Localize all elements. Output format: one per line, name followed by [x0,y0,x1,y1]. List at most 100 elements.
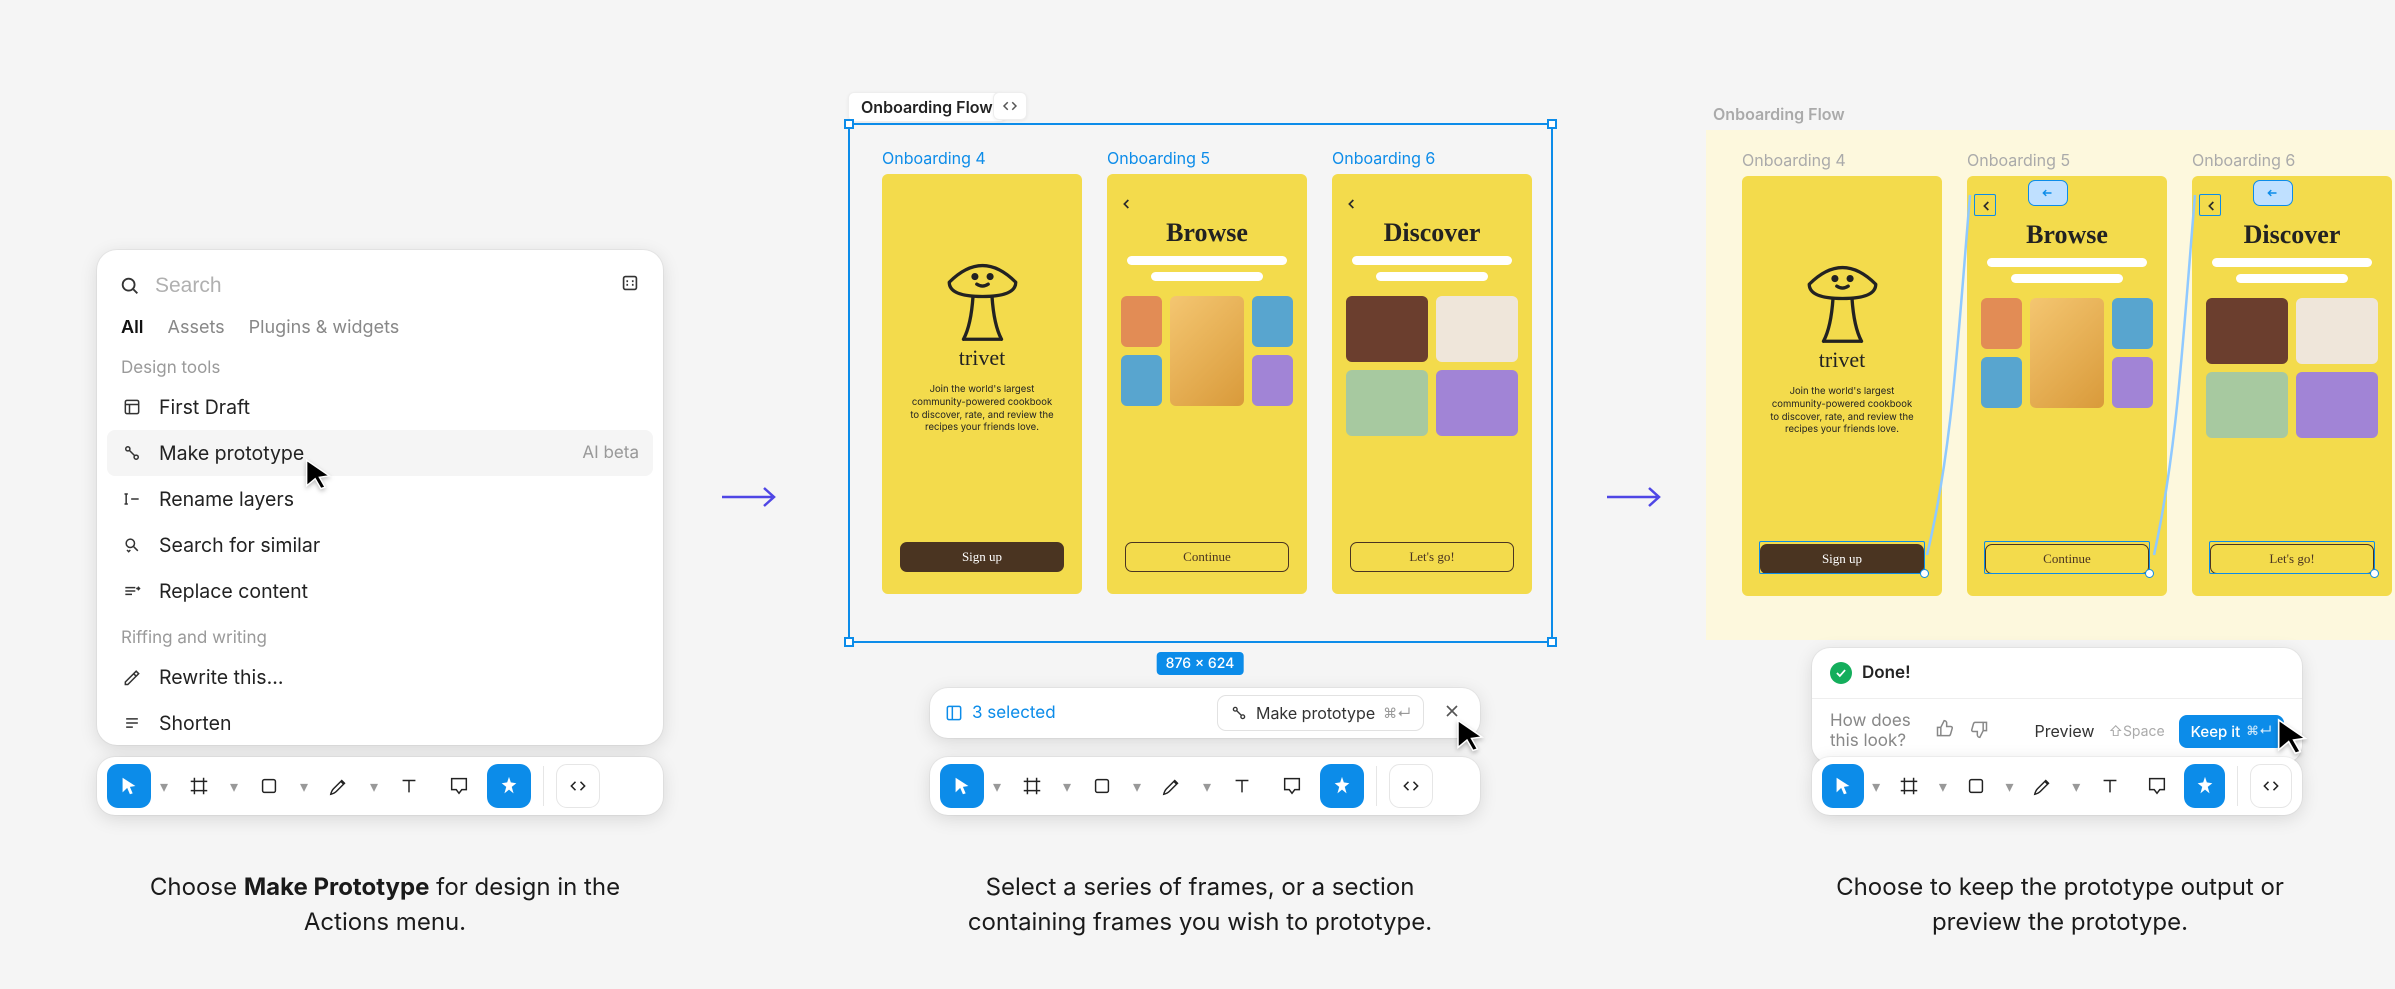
menu-rename-layers[interactable]: Rename layers [107,476,653,522]
frame-tool[interactable] [177,764,221,808]
menu-shorten[interactable]: Shorten [107,700,653,739]
menu-make-prototype[interactable]: Make prototype AI beta [107,430,653,476]
caret-icon[interactable]: ▾ [157,776,171,796]
toolbar: ▾ ▾ ▾ ▾ [930,757,1480,815]
flow-label[interactable]: Onboarding Flow [1713,100,1845,128]
make-prototype-button[interactable]: Make prototype ⌘↵ [1217,695,1424,731]
shape-tool[interactable] [1080,764,1124,808]
frame-title: Onboarding 6 [2192,150,2392,170]
back-icon[interactable] [1344,196,1360,216]
signup-button[interactable]: Sign up [1760,544,1924,574]
caret-icon[interactable]: ▾ [1130,776,1144,796]
frame-tool[interactable] [1010,764,1054,808]
food-image [1170,296,1244,406]
selection-action-bar: 3 selected Make prototype ⌘↵ [930,688,1480,738]
text-tool[interactable] [2089,764,2131,808]
pen-tool[interactable] [2022,764,2064,808]
tagline: Join the world's largest community-power… [908,384,1056,435]
menu-label: Rename layers [159,487,294,511]
food-image [2030,298,2104,408]
pen-tool[interactable] [1150,764,1194,808]
shorten-icon [121,712,143,734]
frame-onboarding-6[interactable]: Onboarding 6 Discover Let's go! [2192,150,2392,596]
comment-tool[interactable] [437,764,481,808]
frame-title: Onboarding 5 [1107,148,1307,168]
comment-tool[interactable] [2136,764,2178,808]
signup-button[interactable]: Sign up [900,542,1064,572]
back-icon[interactable] [2204,198,2220,218]
frame-onboarding-6[interactable]: Onboarding 6 Discover Let's go! [1332,148,1532,594]
menu-replace-content[interactable]: Replace content [107,568,653,614]
caret-icon[interactable]: ▾ [1200,776,1214,796]
pen-tool[interactable] [317,764,361,808]
frame-tool[interactable] [1889,764,1931,808]
interaction-badge[interactable] [2028,180,2068,206]
actions-tool[interactable] [2184,764,2226,808]
caret-icon[interactable]: ▾ [297,776,311,796]
tab-plugins[interactable]: Plugins & widgets [249,317,400,338]
toolbar: ▾ ▾ ▾ ▾ [97,757,663,815]
continue-button[interactable]: Continue [1985,544,2149,574]
caret-icon[interactable]: ▾ [1936,776,1949,796]
shape-tool[interactable] [1955,764,1997,808]
interaction-badge[interactable] [2253,180,2293,206]
caret-icon[interactable]: ▾ [2070,776,2083,796]
flow-label[interactable]: Onboarding Flow [848,92,1006,122]
menu-search-similar[interactable]: Search for similar [107,522,653,568]
move-tool[interactable] [940,764,984,808]
devmode-tool[interactable] [556,764,600,808]
thumbs-down-icon[interactable] [1969,719,1989,744]
selected-count[interactable]: 3 selected [944,703,1056,723]
frame-onboarding-4[interactable]: Onboarding 4 trivet Join the world's lar… [1742,150,1942,596]
caret-icon[interactable]: ▾ [1060,776,1074,796]
frame-title: Onboarding 5 [1967,150,2167,170]
thumbs-up-icon[interactable] [1935,719,1955,744]
frame-title: Onboarding 6 [1332,148,1532,168]
move-tool[interactable] [107,764,151,808]
continue-button[interactable]: Continue [1125,542,1289,572]
menu-rewrite[interactable]: Rewrite this… [107,654,653,700]
back-icon[interactable] [1119,196,1135,216]
back-icon[interactable] [1979,198,1995,218]
replace-icon [121,580,143,602]
menu-first-draft[interactable]: First Draft [107,384,653,430]
expand-icon[interactable] [619,272,641,299]
frame-onboarding-5[interactable]: Onboarding 5 Browse Continue [1107,148,1307,594]
devmode-icon[interactable] [993,92,1027,120]
caret-icon[interactable]: ▾ [1870,776,1883,796]
tab-assets[interactable]: Assets [168,317,225,338]
move-tool[interactable] [1822,764,1864,808]
text-tool[interactable] [387,764,431,808]
search-input[interactable] [153,273,607,299]
text-tool[interactable] [1220,764,1264,808]
brand-name: trivet [1742,347,1942,373]
comment-tool[interactable] [1270,764,1314,808]
letsgo-button[interactable]: Let's go! [1350,542,1514,572]
done-label: Done! [1862,663,1911,683]
prototype-icon [121,442,143,464]
caption-3: Choose to keep the prototype output or p… [1800,870,2320,940]
frame-onboarding-5[interactable]: Onboarding 5 Browse Continue [1967,150,2167,596]
actions-tool[interactable] [487,764,531,808]
caret-icon[interactable]: ▾ [990,776,1004,796]
preview-button[interactable]: Preview [2035,721,2095,741]
section-riffing: Riffing and writing [107,614,653,654]
feedback-question: How does this look? [1830,711,1921,751]
devmode-tool[interactable] [1389,764,1433,808]
screen-title: Discover [2192,220,2392,250]
frame-onboarding-4[interactable]: Onboarding 4 trivet Join the world's lar… [882,148,1082,594]
devmode-tool[interactable] [2250,764,2292,808]
actions-tool[interactable] [1320,764,1364,808]
section-design-tools: Design tools [107,344,653,384]
shape-tool[interactable] [247,764,291,808]
tab-all[interactable]: All [121,317,144,338]
keep-button[interactable]: Keep it ⌘↵ [2179,715,2284,748]
caret-icon[interactable]: ▾ [227,776,241,796]
toolbar: ▾ ▾ ▾ ▾ [1812,757,2302,815]
caret-icon[interactable]: ▾ [2003,776,2016,796]
actions-panel: All Assets Plugins & widgets Design tool… [97,250,663,745]
letsgo-button[interactable]: Let's go! [2210,544,2374,574]
review-bar: Done! How does this look? Preview ⇧Space… [1812,648,2302,763]
caret-icon[interactable]: ▾ [367,776,381,796]
menu-label: Replace content [159,579,308,603]
